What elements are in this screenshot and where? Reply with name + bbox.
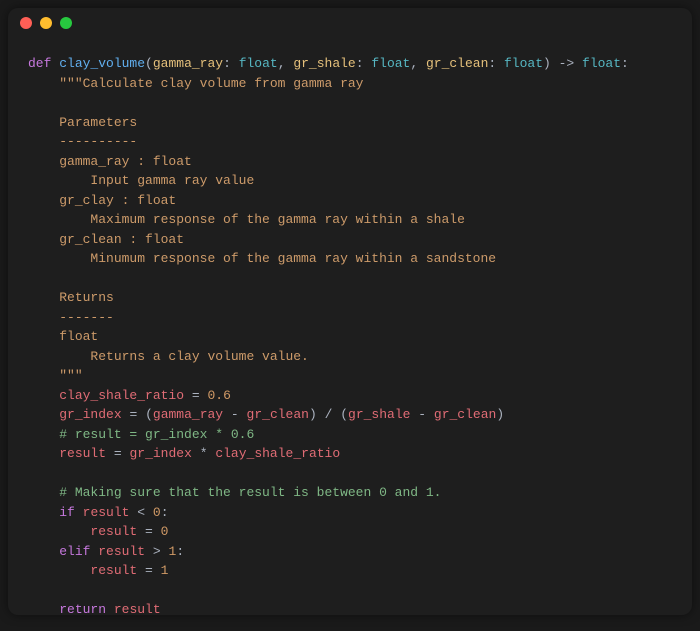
variable: gr_clean	[247, 407, 309, 422]
docstring: Returns a clay volume value.	[90, 349, 308, 364]
docstring: """	[59, 368, 82, 383]
variable: clay_shale_ratio	[215, 446, 340, 461]
titlebar	[8, 8, 692, 38]
variable: gr_index	[59, 407, 121, 422]
comment: # Making sure that the result is between…	[59, 485, 441, 500]
variable: clay_shale_ratio	[59, 388, 184, 403]
number: 0	[153, 505, 161, 520]
variable: result	[83, 505, 130, 520]
code-window: def clay_volume(gamma_ray: float, gr_sha…	[8, 8, 692, 615]
number: 0.6	[207, 388, 230, 403]
variable: result	[98, 544, 145, 559]
comment: # result = gr_index * 0.6	[59, 427, 254, 442]
variable: result	[90, 563, 137, 578]
docstring: Returns	[59, 290, 114, 305]
maximize-icon[interactable]	[60, 17, 72, 29]
keyword-if: if	[59, 505, 75, 520]
return-type: float	[582, 56, 621, 71]
docstring: float	[59, 329, 98, 344]
keyword-elif: elif	[59, 544, 90, 559]
param: gr_shale	[293, 56, 355, 71]
docstring: gr_clean : float	[59, 232, 184, 247]
type: float	[504, 56, 543, 71]
keyword-def: def	[28, 56, 51, 71]
docstring: Minumum response of the gamma ray within…	[90, 251, 496, 266]
variable: result	[59, 446, 106, 461]
type: float	[239, 56, 278, 71]
param: gamma_ray	[153, 56, 223, 71]
type: float	[371, 56, 410, 71]
docstring: gamma_ray : float	[59, 154, 192, 169]
keyword-return: return	[59, 602, 106, 615]
param: gr_clean	[426, 56, 488, 71]
docstring: ----------	[59, 134, 137, 149]
variable: result	[114, 602, 161, 615]
code-editor[interactable]: def clay_volume(gamma_ray: float, gr_sha…	[8, 38, 692, 615]
variable: gamma_ray	[153, 407, 223, 422]
minimize-icon[interactable]	[40, 17, 52, 29]
docstring: Maximum response of the gamma ray within…	[90, 212, 464, 227]
number: 1	[161, 563, 169, 578]
docstring: Input gamma ray value	[90, 173, 254, 188]
docstring: -------	[59, 310, 114, 325]
number: 0	[161, 524, 169, 539]
docstring: """Calculate clay volume from gamma ray	[59, 76, 363, 91]
docstring: gr_clay : float	[59, 193, 176, 208]
close-icon[interactable]	[20, 17, 32, 29]
variable: result	[90, 524, 137, 539]
variable: gr_shale	[348, 407, 410, 422]
docstring: Parameters	[59, 115, 137, 130]
variable: gr_index	[129, 446, 191, 461]
function-name: clay_volume	[59, 56, 145, 71]
variable: gr_clean	[434, 407, 496, 422]
